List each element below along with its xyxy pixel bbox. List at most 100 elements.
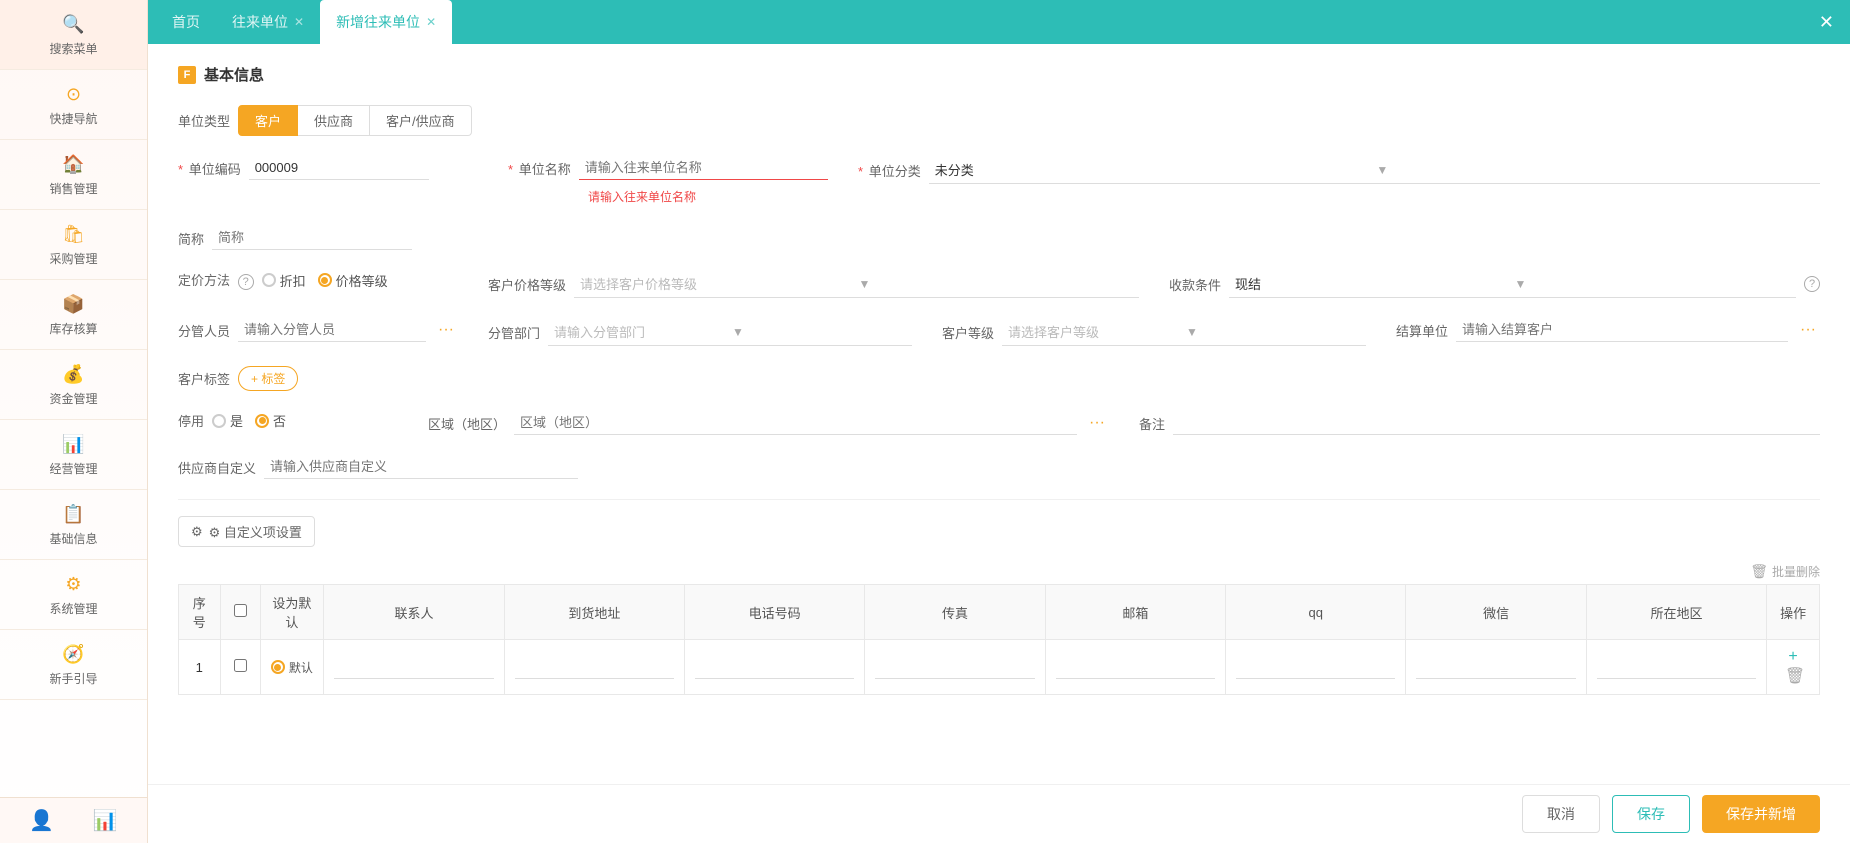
fax-input[interactable] xyxy=(875,655,1034,679)
sidebar-item-sales[interactable]: 🏠 销售管理 xyxy=(0,140,147,210)
sidebar-bottom: 👤 📊 xyxy=(0,797,147,843)
table-row: 1 默认 xyxy=(179,640,1820,695)
customer-level-select[interactable]: 请选择客户等级 ▼ xyxy=(1002,318,1366,346)
unit-type-customer-btn[interactable]: 客户 xyxy=(238,105,298,136)
row-contact xyxy=(324,640,504,695)
unit-name-input[interactable] xyxy=(579,156,828,180)
region-input[interactable] xyxy=(514,411,1077,435)
chevron-down-icon: ▼ xyxy=(1376,163,1814,177)
customer-price-level-label: 客户价格等级 xyxy=(488,275,566,294)
settlement-unit-label: 结算单位 xyxy=(1396,321,1448,340)
supplier-custom-row: 供应商自定义 xyxy=(178,455,1820,479)
user-icon[interactable]: 👤 xyxy=(29,808,54,833)
main-window-close[interactable]: ✕ xyxy=(1811,12,1842,33)
select-all-checkbox[interactable] xyxy=(234,604,247,617)
qq-input[interactable] xyxy=(1236,655,1395,679)
sidebar-item-basic-info[interactable]: 📋 基础信息 xyxy=(0,490,147,560)
main-area: 首页 往来单位 ✕ 新增往来单位 ✕ ✕ F 基本信息 单位类型 客户 供应商 … xyxy=(148,0,1850,843)
unit-category-field: * 单位分类 未分类 ▼ xyxy=(858,156,1820,184)
add-row-btn[interactable]: + xyxy=(1788,648,1797,665)
sidebar-item-guide[interactable]: 🧭 新手引导 xyxy=(0,630,147,700)
supplier-custom-label: 供应商自定义 xyxy=(178,458,256,477)
department-select[interactable]: 请输入分管部门 ▼ xyxy=(548,318,912,346)
tab-new-partner[interactable]: 新增往来单位 ✕ xyxy=(320,0,452,44)
cancel-button[interactable]: 取消 xyxy=(1522,795,1600,833)
finance-icon: 💰 xyxy=(62,362,86,386)
row-region-input[interactable] xyxy=(1597,655,1756,679)
radio-no[interactable]: 否 xyxy=(255,411,286,430)
radio-yes-circle xyxy=(212,414,226,428)
row-default: 默认 xyxy=(260,640,324,695)
sidebar-item-finance[interactable]: 💰 资金管理 xyxy=(0,350,147,420)
row-phone xyxy=(685,640,865,695)
supplier-custom-input[interactable] xyxy=(264,455,578,479)
manager-label: 分管人员 xyxy=(178,321,230,340)
col-region: 所在地区 xyxy=(1586,585,1766,640)
remark-input[interactable] xyxy=(1173,411,1820,435)
pricing-method-field: 定价方法 ? 折扣 价格等级 xyxy=(178,270,458,290)
radio-discount-circle xyxy=(262,273,276,287)
col-fax: 传真 xyxy=(865,585,1045,640)
sidebar-item-operations[interactable]: 📊 经营管理 xyxy=(0,420,147,490)
unit-type-supplier-btn[interactable]: 供应商 xyxy=(298,105,370,136)
tab-partners[interactable]: 往来单位 ✕ xyxy=(216,0,320,44)
del-row-btn[interactable]: 🗑 xyxy=(1785,668,1805,685)
unit-type-both-btn[interactable]: 客户/供应商 xyxy=(370,105,472,136)
form-content: F 基本信息 单位类型 客户 供应商 客户/供应商 * 单位编码 xyxy=(148,44,1850,784)
unit-code-input[interactable] xyxy=(249,156,429,180)
tab-new-partner-close[interactable]: ✕ xyxy=(426,15,436,29)
sales-icon: 🏠 xyxy=(62,152,86,176)
sidebar-item-quick-nav[interactable]: ⊙ 快捷导航 xyxy=(0,70,147,140)
address-input[interactable] xyxy=(515,655,674,679)
pricing-help-icon[interactable]: ? xyxy=(238,274,254,290)
action-bar: 取消 保存 保存并新增 xyxy=(148,784,1850,843)
col-email: 邮箱 xyxy=(1045,585,1225,640)
tab-home[interactable]: 首页 xyxy=(156,0,216,44)
region-more-btn[interactable]: ··· xyxy=(1085,412,1109,434)
custom-settings-button[interactable]: ⚙ ⚙ 自定义项设置 xyxy=(178,516,315,547)
disabled-radios: 是 否 xyxy=(212,411,286,430)
department-field: 分管部门 请输入分管部门 ▼ xyxy=(488,318,912,346)
row-default-radio[interactable]: 默认 xyxy=(271,659,314,676)
bulk-delete-label[interactable]: 批量删除 xyxy=(1772,563,1820,580)
row-region xyxy=(1586,640,1766,695)
pricing-row: 定价方法 ? 折扣 价格等级 客户价格等级 请选择客户 xyxy=(178,270,1820,298)
payment-terms-select[interactable]: 现结 ▼ xyxy=(1229,270,1796,298)
radio-price-level[interactable]: 价格等级 xyxy=(318,271,388,290)
radio-yes[interactable]: 是 xyxy=(212,411,243,430)
customer-price-level-field: 客户价格等级 请选择客户价格等级 ▼ xyxy=(488,270,1139,298)
tab-partners-close[interactable]: ✕ xyxy=(294,15,304,29)
save-button[interactable]: 保存 xyxy=(1612,795,1690,833)
unit-name-label: * 单位名称 xyxy=(508,159,571,178)
sidebar-item-search[interactable]: 🔍 搜索菜单 xyxy=(0,0,147,70)
pricing-method-label: 定价方法 ? xyxy=(178,270,254,290)
sidebar-item-purchase[interactable]: 🛍 采购管理 xyxy=(0,210,147,280)
col-address: 到货地址 xyxy=(504,585,684,640)
sidebar-item-system[interactable]: ⚙ 系统管理 xyxy=(0,560,147,630)
email-input[interactable] xyxy=(1056,655,1215,679)
phone-input[interactable] xyxy=(695,655,854,679)
settlement-unit-input[interactable] xyxy=(1456,318,1788,342)
section-header: F 基本信息 xyxy=(178,64,1820,85)
short-name-input[interactable] xyxy=(212,226,412,250)
customer-price-level-select[interactable]: 请选择客户价格等级 ▼ xyxy=(574,270,1139,298)
add-tag-button[interactable]: + 标签 xyxy=(238,366,298,391)
radio-discount[interactable]: 折扣 xyxy=(262,271,306,290)
unit-info-row: * 单位编码 * 单位名称 请输入往来单位名称 xyxy=(178,156,1820,206)
unit-category-select[interactable]: 未分类 ▼ xyxy=(929,156,1820,184)
manager-input[interactable] xyxy=(238,318,426,342)
contact-input[interactable] xyxy=(334,655,493,679)
row-select-checkbox[interactable] xyxy=(234,659,247,672)
stats-icon[interactable]: 📊 xyxy=(93,808,118,833)
divider xyxy=(178,499,1820,500)
row-email xyxy=(1045,640,1225,695)
section-icon: F xyxy=(178,66,196,84)
settlement-unit-more-btn[interactable]: ··· xyxy=(1796,319,1820,341)
sidebar-item-inventory[interactable]: 📦 库存核算 xyxy=(0,280,147,350)
chevron-down-icon: ▼ xyxy=(1515,277,1791,291)
wechat-input[interactable] xyxy=(1416,655,1575,679)
payment-terms-help-icon[interactable]: ? xyxy=(1804,276,1820,292)
row-wechat xyxy=(1406,640,1586,695)
manager-more-btn[interactable]: ··· xyxy=(434,319,458,341)
save-and-new-button[interactable]: 保存并新增 xyxy=(1702,795,1820,833)
